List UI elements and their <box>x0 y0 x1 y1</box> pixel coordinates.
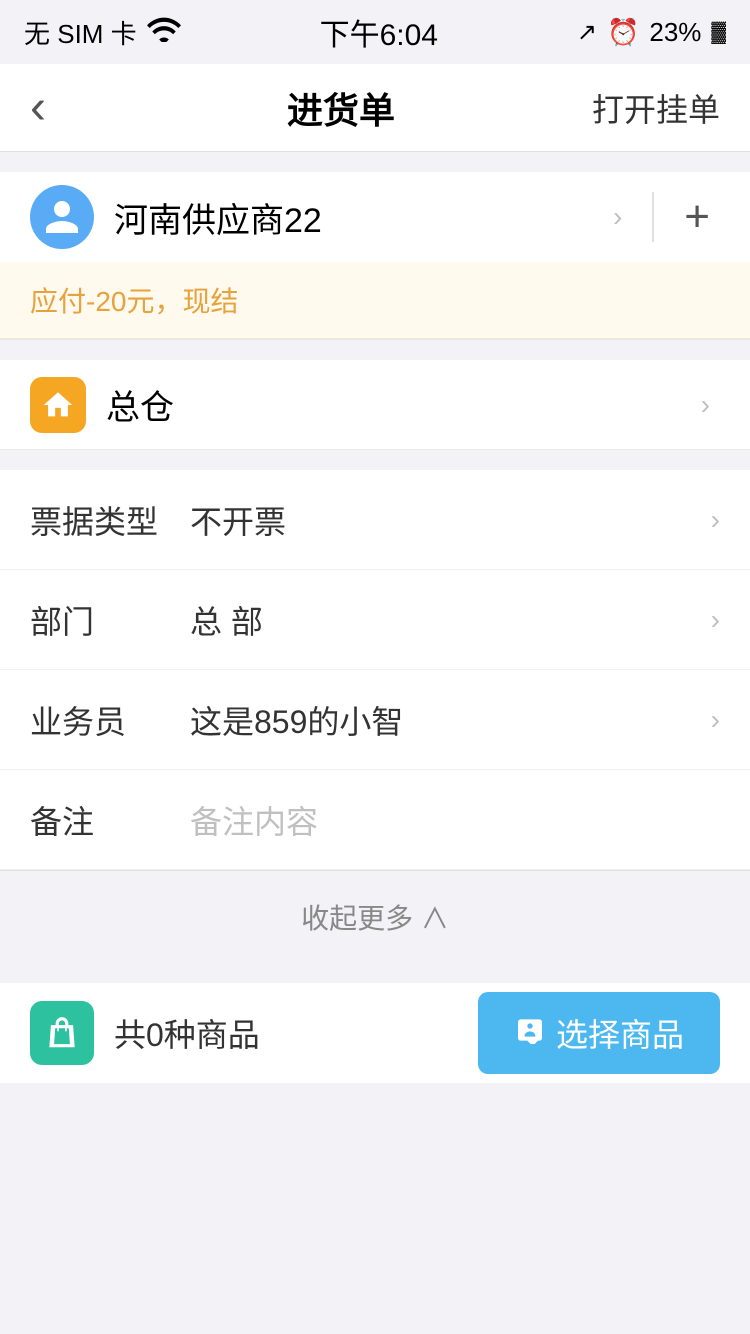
user-icon <box>42 197 82 237</box>
salesman-chevron-icon: › <box>711 704 720 736</box>
carrier-text: 无 SIM 卡 <box>24 14 137 51</box>
select-product-icon <box>514 1015 546 1052</box>
department-row[interactable]: 部门 总 部 › <box>0 570 750 670</box>
remark-value[interactable]: 备注内容 <box>180 797 720 843</box>
invoice-type-label: 票据类型 <box>30 497 180 543</box>
invoice-type-row[interactable]: 票据类型 不开票 › <box>0 470 750 570</box>
page-title: 进货单 <box>287 82 395 134</box>
status-left: 无 SIM 卡 <box>24 14 181 51</box>
invoice-type-value: 不开票 <box>180 497 711 543</box>
department-label: 部门 <box>30 597 180 643</box>
supplier-divider <box>652 192 654 242</box>
collapse-bar[interactable]: 收起更多 ∧ <box>0 870 750 963</box>
status-right: ↗ ⏰ 23% ▓ <box>577 17 726 48</box>
product-icon-bg <box>30 1001 94 1065</box>
add-supplier-button[interactable]: + <box>674 192 720 242</box>
remark-row[interactable]: 备注 备注内容 <box>0 770 750 870</box>
warehouse-icon <box>30 377 86 433</box>
salesman-value: 这是859的小智 <box>180 697 711 743</box>
alarm-icon: ⏰ <box>607 17 639 48</box>
invoice-chevron-icon: › <box>711 504 720 536</box>
salesman-label: 业务员 <box>30 697 180 743</box>
warehouse-section: 总仓 › <box>0 360 750 450</box>
salesman-row[interactable]: 业务员 这是859的小智 › <box>0 670 750 770</box>
battery-icon: ▓ <box>711 21 726 44</box>
notice-bar: 应付-20元，现结 <box>0 262 750 339</box>
warehouse-row[interactable]: 总仓 › <box>0 360 750 450</box>
remark-label: 备注 <box>30 797 180 843</box>
open-pending-button[interactable]: 打开挂单 <box>592 85 720 131</box>
supplier-name: 河南供应商22 <box>114 193 613 242</box>
select-product-label: 选择商品 <box>556 1010 684 1056</box>
nav-bar: ‹ 进货单 打开挂单 <box>0 64 750 152</box>
back-button[interactable]: ‹ <box>30 80 90 135</box>
select-product-button[interactable]: 选择商品 <box>478 992 720 1074</box>
warehouse-chevron-icon: › <box>701 389 710 421</box>
form-section: 票据类型 不开票 › 部门 总 部 › 业务员 这是859的小智 › 备注 备注… <box>0 470 750 870</box>
time-text: 下午6:04 <box>320 10 438 54</box>
supplier-avatar <box>30 185 94 249</box>
product-footer: 共0种商品 选择商品 <box>0 983 750 1083</box>
wifi-icon <box>147 16 181 49</box>
status-bar: 无 SIM 卡 下午6:04 ↗ ⏰ 23% ▓ <box>0 0 750 64</box>
supplier-chevron-icon: › <box>613 201 622 233</box>
shopping-bag-icon <box>43 1014 81 1052</box>
department-chevron-icon: › <box>711 604 720 636</box>
supplier-section: 河南供应商22 › + 应付-20元，现结 <box>0 172 750 340</box>
battery-text: 23% <box>649 17 701 48</box>
department-value: 总 部 <box>180 597 711 643</box>
product-count: 共0种商品 <box>114 1010 478 1056</box>
content: 河南供应商22 › + 应付-20元，现结 总仓 › 票据类型 不开票 › <box>0 172 750 1083</box>
house-icon <box>41 388 75 422</box>
supplier-row[interactable]: 河南供应商22 › + <box>0 172 750 262</box>
warehouse-name: 总仓 <box>106 380 701 429</box>
location-icon: ↗ <box>577 18 597 47</box>
